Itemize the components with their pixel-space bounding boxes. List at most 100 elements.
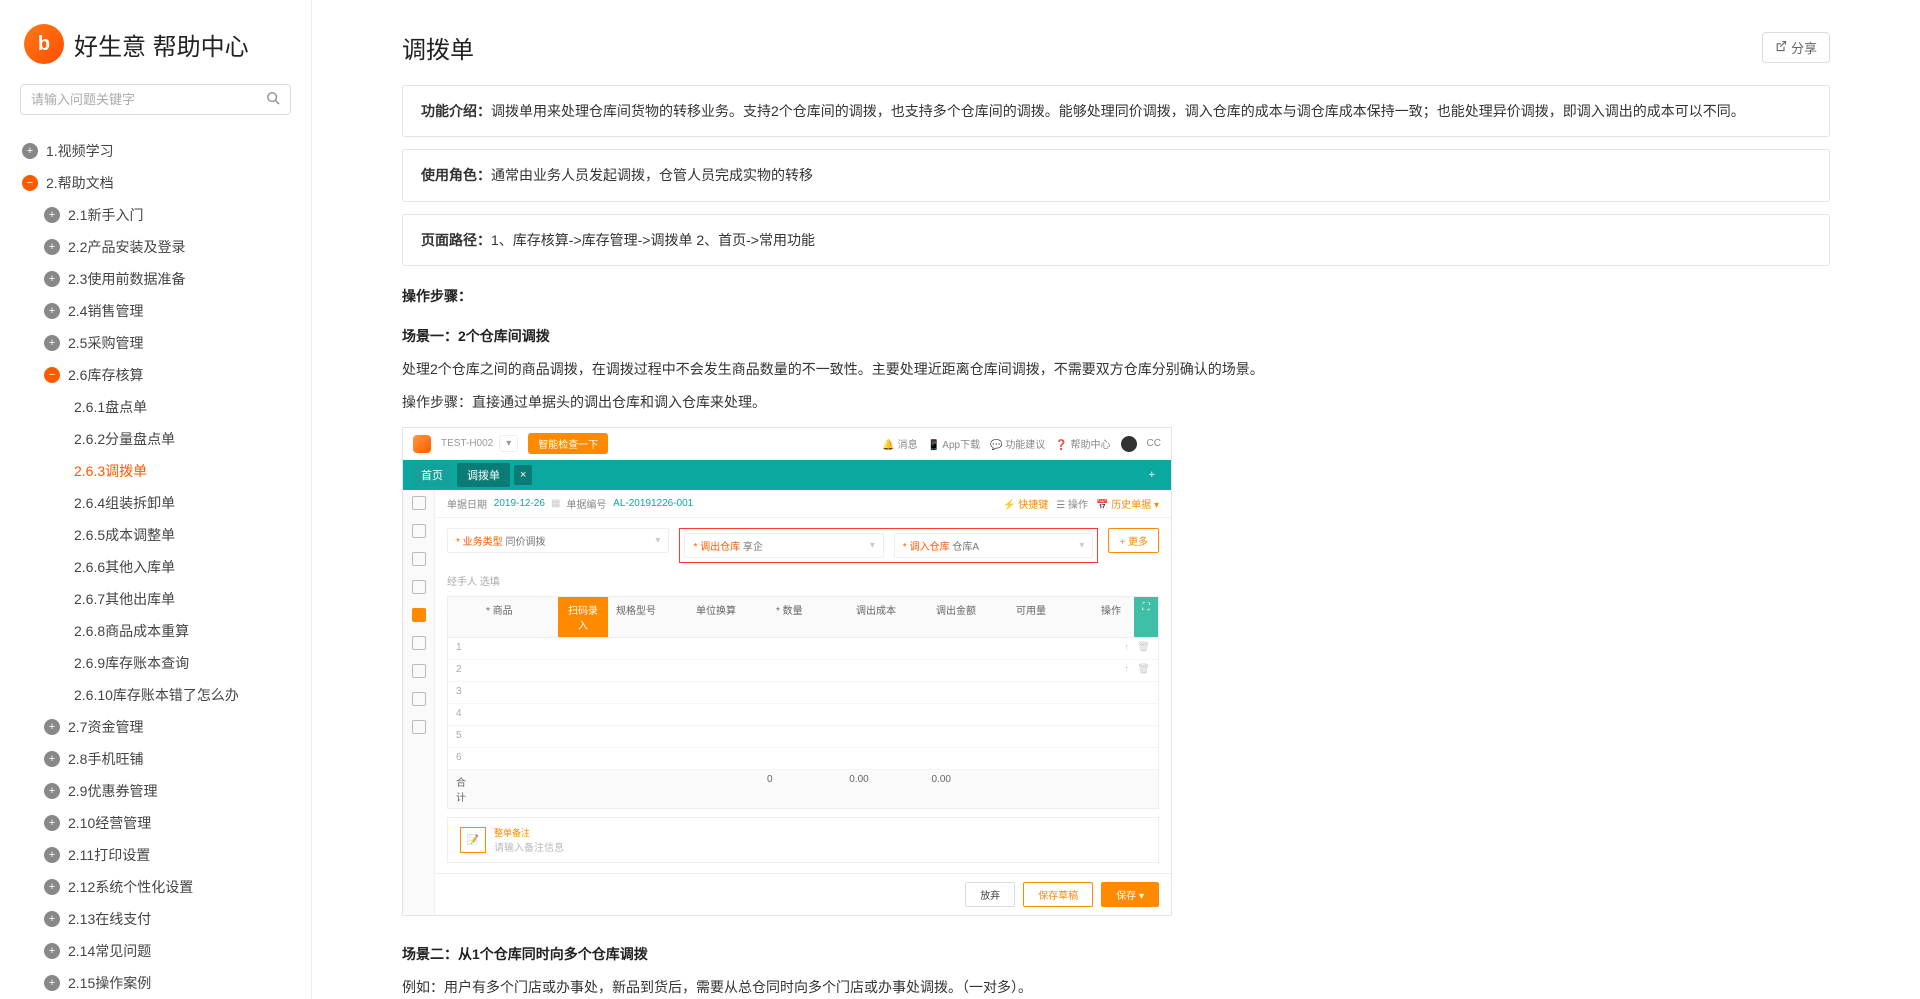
nav-item[interactable]: −2.6库存核算 xyxy=(12,359,299,391)
nav-item-label: 2.6库存核算 xyxy=(68,365,143,385)
rail-icon xyxy=(412,580,426,594)
nav-item-label: 2.6.6其他入库单 xyxy=(74,557,175,577)
discard-button: 放弃 xyxy=(965,882,1015,907)
nav-item[interactable]: +2.6.10库存账本错了怎么办 xyxy=(12,679,299,711)
nav-item[interactable]: +2.2产品安装及登录 xyxy=(12,231,299,263)
steps-heading: 操作步骤： xyxy=(402,286,1830,306)
msg-link: 🔔 消息 xyxy=(882,436,917,451)
nav-item-label: 2.3使用前数据准备 xyxy=(68,269,185,289)
rail-icon xyxy=(412,524,426,538)
expand-icon: + xyxy=(44,879,60,895)
smart-check-button: 智能检查一下 xyxy=(528,433,608,454)
out-store-field: * 调出仓库 享企▾ xyxy=(684,533,883,558)
scene1-para2: 操作步骤：直接通过单据头的调出仓库和调入仓库来处理。 xyxy=(402,389,1830,416)
expand-icon: + xyxy=(44,239,60,255)
nav-item[interactable]: +2.6.3调拨单 xyxy=(12,455,299,487)
expand-icon: + xyxy=(44,719,60,735)
nav-item-label: 2.6.3调拨单 xyxy=(74,461,147,481)
app-download-link: 📱 App下载 xyxy=(928,436,980,451)
draft-button: 保存草稿 xyxy=(1023,882,1093,907)
nav-item-label: 2.15操作案例 xyxy=(68,973,151,993)
in-store-field: * 调入仓库 仓库A▾ xyxy=(894,533,1093,558)
nav-item-label: 2.8手机旺铺 xyxy=(68,749,143,769)
expand-icon: + xyxy=(44,783,60,799)
nav-item[interactable]: +2.6.4组装拆卸单 xyxy=(12,487,299,519)
nav-item-label: 2.6.9库存账本查询 xyxy=(74,653,189,673)
avatar-icon xyxy=(1121,436,1137,452)
nav-item[interactable]: −2.帮助文档 xyxy=(12,167,299,199)
expand-icon: + xyxy=(44,847,60,863)
nav-item-label: 2.6.7其他出库单 xyxy=(74,589,175,609)
nav-item-label: 2.6.4组装拆卸单 xyxy=(74,493,175,513)
nav-tree: +1.视频学习−2.帮助文档+2.1新手入门+2.2产品安装及登录+2.3使用前… xyxy=(0,135,311,999)
search-input[interactable] xyxy=(31,92,266,107)
expand-icon: + xyxy=(44,751,60,767)
rail-icon xyxy=(412,636,426,650)
rail-icon xyxy=(412,664,426,678)
role-box: 使用角色：通常由业务人员发起调拨，仓管人员完成实物的转移 xyxy=(402,149,1830,201)
search-icon[interactable] xyxy=(266,91,280,108)
nav-item-label: 2.9优惠券管理 xyxy=(68,781,157,801)
nav-item[interactable]: +2.6.6其他入库单 xyxy=(12,551,299,583)
nav-item-label: 2.帮助文档 xyxy=(46,173,114,193)
expand-icon: + xyxy=(44,943,60,959)
nav-item[interactable]: +2.11打印设置 xyxy=(12,839,299,871)
rail-icon xyxy=(412,720,426,734)
scene2-para1: 例如：用户有多个门店或办事处，新品到货后，需要从总仓同时向多个门店或办事处调拨。… xyxy=(402,974,1830,999)
rail-icon xyxy=(412,692,426,706)
nav-item[interactable]: +2.6.8商品成本重算 xyxy=(12,615,299,647)
tab-current: 调拨单 xyxy=(457,463,510,487)
sidebar: b 好生意 帮助中心 +1.视频学习−2.帮助文档+2.1新手入门+2.2产品安… xyxy=(0,0,312,999)
save-button: 保存 ▾ xyxy=(1101,882,1159,907)
nav-item[interactable]: +2.6.1盘点单 xyxy=(12,391,299,423)
nav-item-label: 2.10经营管理 xyxy=(68,813,151,833)
brand-title: 好生意 帮助中心 xyxy=(74,27,249,62)
rail-icon-active xyxy=(412,608,426,622)
nav-item[interactable]: +2.14常见问题 xyxy=(12,935,299,967)
search-input-wrap[interactable] xyxy=(20,84,291,115)
nav-item-label: 2.2产品安装及登录 xyxy=(68,237,185,257)
nav-item-label: 2.12系统个性化设置 xyxy=(68,877,193,897)
nav-item[interactable]: +2.9优惠券管理 xyxy=(12,775,299,807)
nav-item[interactable]: +2.6.9库存账本查询 xyxy=(12,647,299,679)
expand-icon: + xyxy=(22,143,38,159)
page-title: 调拨单 xyxy=(402,30,474,65)
rail-icon xyxy=(412,552,426,566)
nav-item-label: 2.5采购管理 xyxy=(68,333,143,353)
nav-item-label: 2.13在线支付 xyxy=(68,909,151,929)
nav-item[interactable]: +2.6.5成本调整单 xyxy=(12,519,299,551)
nav-item[interactable]: +2.5采购管理 xyxy=(12,327,299,359)
nav-item[interactable]: +2.7资金管理 xyxy=(12,711,299,743)
biz-type-field: * 业务类型 同价调拨▾ xyxy=(447,528,669,553)
note-icon: 📝 xyxy=(460,827,486,853)
tab-add-icon: + xyxy=(1141,465,1163,485)
tab-close-icon: × xyxy=(514,465,532,485)
scene2-heading: 场景二：从1个仓库同时向多个仓库调拨 xyxy=(402,944,1830,964)
nav-item[interactable]: +1.视频学习 xyxy=(12,135,299,167)
nav-item[interactable]: +2.8手机旺铺 xyxy=(12,743,299,775)
share-button[interactable]: 分享 xyxy=(1762,32,1830,63)
nav-item[interactable]: +2.1新手入门 xyxy=(12,199,299,231)
items-table: * 商品 扫码录入 规格型号 单位换算 * 数量 调出成本 调出金额 可用量 操… xyxy=(447,596,1159,809)
nav-item[interactable]: +2.3使用前数据准备 xyxy=(12,263,299,295)
nav-item-label: 1.视频学习 xyxy=(46,141,114,161)
nav-item[interactable]: +2.10经营管理 xyxy=(12,807,299,839)
rail-icon xyxy=(412,496,426,510)
nav-item[interactable]: +2.13在线支付 xyxy=(12,903,299,935)
nav-item[interactable]: +2.6.2分量盘点单 xyxy=(12,423,299,455)
more-button: + 更多 xyxy=(1108,528,1159,553)
nav-item-label: 2.7资金管理 xyxy=(68,717,143,737)
collapse-icon: − xyxy=(44,367,60,383)
expand-icon: + xyxy=(44,911,60,927)
nav-item-label: 2.14常见问题 xyxy=(68,941,151,961)
nav-item[interactable]: +2.12系统个性化设置 xyxy=(12,871,299,903)
nav-item[interactable]: +2.6.7其他出库单 xyxy=(12,583,299,615)
nav-item-label: 2.6.5成本调整单 xyxy=(74,525,175,545)
nav-item[interactable]: +2.4销售管理 xyxy=(12,295,299,327)
nav-item-label: 2.6.10库存账本错了怎么办 xyxy=(74,685,239,705)
nav-item-label: 2.1新手入门 xyxy=(68,205,143,225)
path-box: 页面路径：1、库存核算->库存管理->调拨单 2、首页->常用功能 xyxy=(402,214,1830,266)
nav-item[interactable]: +2.15操作案例 xyxy=(12,967,299,999)
nav-item-label: 2.6.8商品成本重算 xyxy=(74,621,189,641)
expand-icon: + xyxy=(44,207,60,223)
